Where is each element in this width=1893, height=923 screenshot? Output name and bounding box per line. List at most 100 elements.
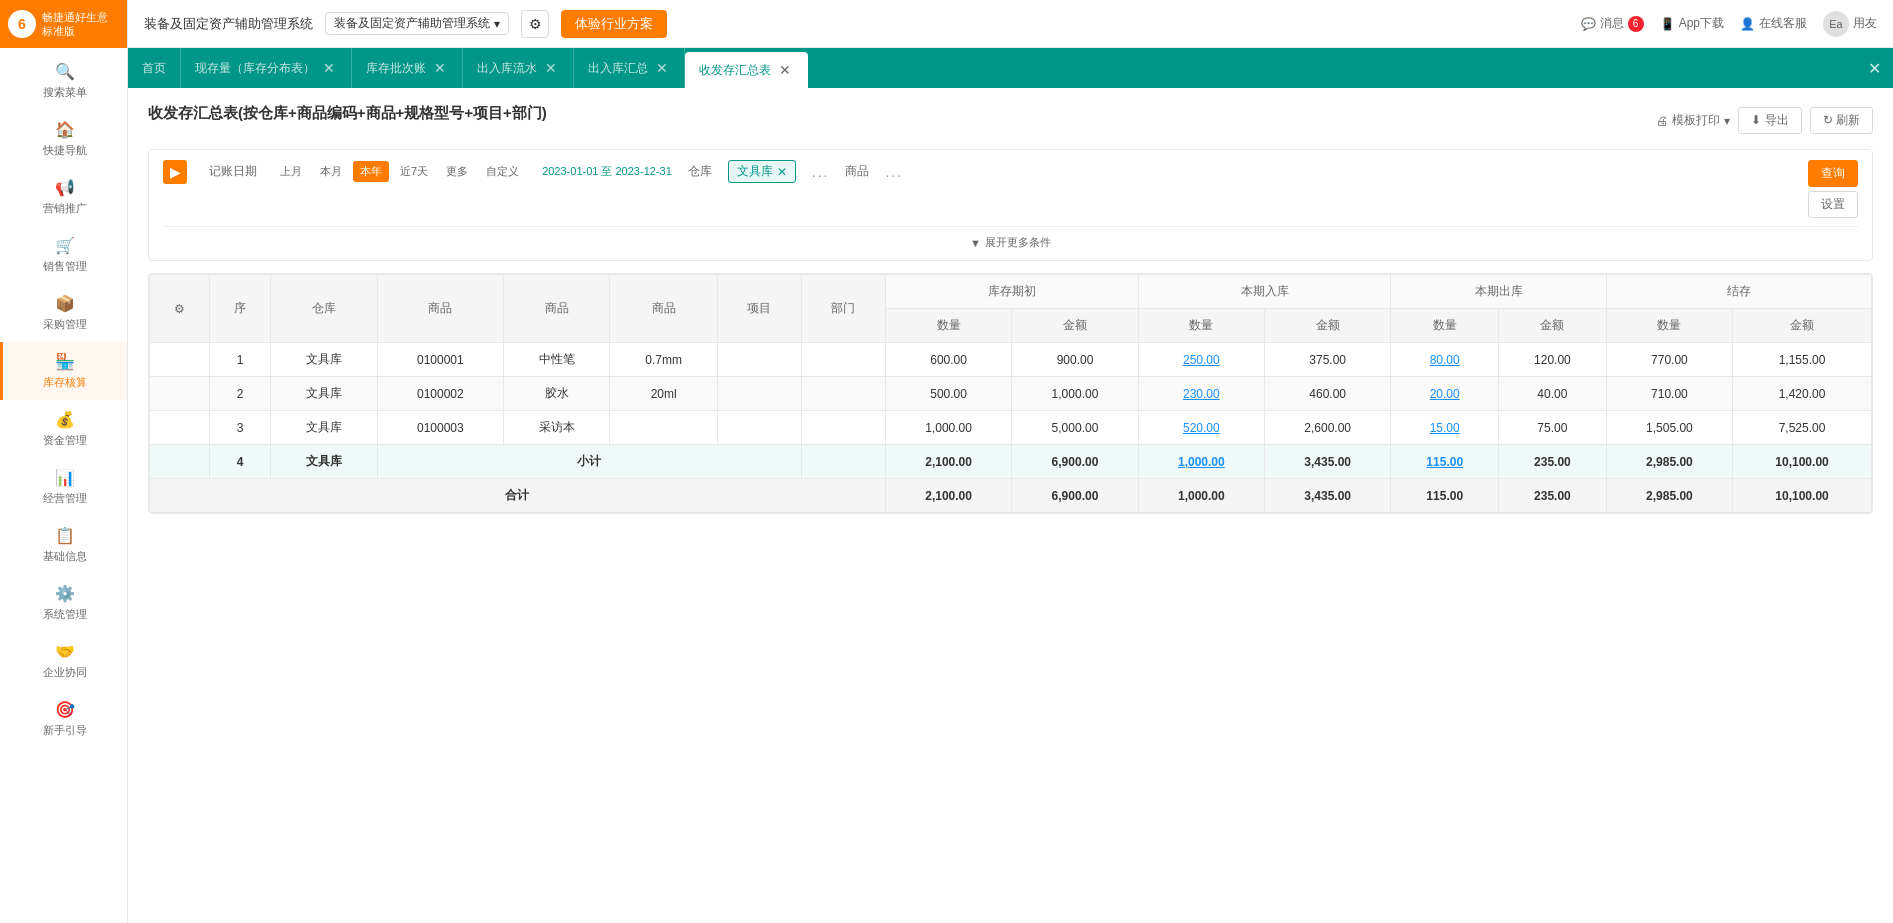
sidebar-item-operations[interactable]: 📊 经营管理 xyxy=(0,458,127,516)
tab-close-button[interactable]: ✕ xyxy=(777,63,793,77)
out-qty-link[interactable]: 15.00 xyxy=(1430,421,1460,435)
notification-label: 消息 xyxy=(1600,15,1624,32)
query-button[interactable]: 查询 xyxy=(1808,160,1858,187)
tab-batch-ledger[interactable]: 库存批次账 ✕ xyxy=(352,48,463,88)
expand-label: 展开更多条件 xyxy=(985,235,1051,250)
footer-out-qty: 115.00 xyxy=(1391,479,1499,513)
tab-close-button[interactable]: ✕ xyxy=(432,61,448,75)
sidebar-item-label: 营销推广 xyxy=(43,201,87,216)
col-closing-qty-header: 数量 xyxy=(1606,309,1732,343)
out-qty-link[interactable]: 20.00 xyxy=(1430,387,1460,401)
sidebar-item-guide[interactable]: 🎯 新手引导 xyxy=(0,690,127,748)
warehouse-tag-close[interactable]: ✕ xyxy=(777,165,787,179)
row-out-qty[interactable]: 80.00 xyxy=(1391,343,1499,377)
sidebar-item-system[interactable]: ⚙️ 系统管理 xyxy=(0,574,127,632)
row-opening-amt: 900.00 xyxy=(1012,343,1138,377)
sidebar-item-search[interactable]: 🔍 搜索菜单 xyxy=(0,52,127,110)
online-service-action[interactable]: 👤 在线客服 xyxy=(1740,15,1807,32)
tab-close-button[interactable]: ✕ xyxy=(654,61,670,75)
inventory-icon: 🏪 xyxy=(55,352,75,371)
row-spacer xyxy=(150,411,210,445)
filter-toggle-button[interactable]: ▶ xyxy=(163,160,187,184)
tab-inout-flow[interactable]: 出入库流水 ✕ xyxy=(463,48,574,88)
footer-in-qty: 1,000.00 xyxy=(1138,479,1264,513)
sidebar-item-label: 新手引导 xyxy=(43,723,87,738)
subtotal-out-qty-link[interactable]: 115.00 xyxy=(1426,455,1463,469)
date-btn-prev-month[interactable]: 上月 xyxy=(273,161,309,182)
date-btn-custom[interactable]: 自定义 xyxy=(479,161,526,182)
subtotal-in-qty-link[interactable]: 1,000.00 xyxy=(1178,455,1225,469)
page-content: 收发存汇总表(按仓库+商品编码+商品+规格型号+项目+部门) 🖨 模板打印 ▾ … xyxy=(128,88,1893,923)
sidebar-item-inventory[interactable]: 🏪 库存核算 xyxy=(0,342,127,400)
expand-conditions-button[interactable]: ▼ 展开更多条件 xyxy=(163,235,1858,250)
col-gear[interactable]: ⚙ xyxy=(150,275,210,343)
in-qty-link[interactable]: 250.00 xyxy=(1183,353,1220,367)
sidebar-item-sales[interactable]: 🛒 销售管理 xyxy=(0,226,127,284)
row-spacer xyxy=(150,377,210,411)
date-shortcuts: 上月 本月 本年 近7天 更多 自定义 xyxy=(273,161,526,182)
notification-action[interactable]: 💬 消息 6 xyxy=(1581,15,1644,32)
warehouse-more[interactable]: ... xyxy=(812,164,830,180)
page-title: 收发存汇总表(按仓库+商品编码+商品+规格型号+项目+部门) xyxy=(148,104,547,123)
row-closing-amt: 7,525.00 xyxy=(1733,411,1872,445)
row-out-qty[interactable]: 15.00 xyxy=(1391,411,1499,445)
template-print-button[interactable]: 🖨 模板打印 ▾ xyxy=(1656,112,1730,129)
sidebar-item-basic-info[interactable]: 📋 基础信息 xyxy=(0,516,127,574)
date-btn-7days[interactable]: 近7天 xyxy=(393,161,435,182)
avatar: Ea xyxy=(1823,11,1849,37)
row-out-qty[interactable]: 20.00 xyxy=(1391,377,1499,411)
tab-close-button[interactable]: ✕ xyxy=(543,61,559,75)
sidebar-item-enterprise[interactable]: 🤝 企业协同 xyxy=(0,632,127,690)
subtotal-in-qty[interactable]: 1,000.00 xyxy=(1138,445,1264,479)
date-btn-more[interactable]: 更多 xyxy=(439,161,475,182)
subtotal-label: 小计 xyxy=(377,445,801,479)
tab-inventory-dist[interactable]: 现存量（库存分布表） ✕ xyxy=(181,48,352,88)
row-goods-name: 采访本 xyxy=(504,411,610,445)
sidebar-item-finance[interactable]: 💰 资金管理 xyxy=(0,400,127,458)
in-qty-link[interactable]: 520.00 xyxy=(1183,421,1220,435)
date-btn-this-month[interactable]: 本月 xyxy=(313,161,349,182)
system-select[interactable]: 装备及固定资产辅助管理系统 ▾ xyxy=(325,12,509,35)
tab-recv-send-summary[interactable]: 收发存汇总表 ✕ xyxy=(685,52,808,88)
chevron-down-icon: ▾ xyxy=(1724,114,1730,128)
refresh-button[interactable]: ↻ 刷新 xyxy=(1810,107,1873,134)
date-btn-this-year[interactable]: 本年 xyxy=(353,161,389,182)
row-in-qty[interactable]: 230.00 xyxy=(1138,377,1264,411)
row-goods-code: 0100002 xyxy=(377,377,503,411)
user-action[interactable]: Ea 用友 xyxy=(1823,11,1877,37)
col-closing-header: 结存 xyxy=(1606,275,1871,309)
settings-button[interactable]: 设置 xyxy=(1808,191,1858,218)
date-range: 2023-01-01 至 2023-12-31 xyxy=(542,164,672,179)
gear-button[interactable]: ⚙ xyxy=(521,10,549,38)
in-qty-link[interactable]: 230.00 xyxy=(1183,387,1220,401)
footer-opening-amt: 6,900.00 xyxy=(1012,479,1138,513)
sidebar-item-purchase[interactable]: 📦 采购管理 xyxy=(0,284,127,342)
export-button[interactable]: ⬇ 导出 xyxy=(1738,107,1801,134)
row-in-qty[interactable]: 520.00 xyxy=(1138,411,1264,445)
row-in-qty[interactable]: 250.00 xyxy=(1138,343,1264,377)
subtotal-out-qty[interactable]: 115.00 xyxy=(1391,445,1499,479)
footer-out-amt: 235.00 xyxy=(1499,479,1607,513)
row-no: 3 xyxy=(209,411,271,445)
sidebar-item-quick-nav[interactable]: 🏠 快捷导航 xyxy=(0,110,127,168)
table-row: 3 文具库 0100003 采访本 1,000.00 5,000.00 520.… xyxy=(150,411,1872,445)
goods-more[interactable]: ... xyxy=(885,164,903,180)
tab-bar-close-button[interactable]: ✕ xyxy=(1856,59,1893,78)
row-warehouse: 文具库 xyxy=(271,377,377,411)
tab-inout-summary[interactable]: 出入库汇总 ✕ xyxy=(574,48,685,88)
try-button[interactable]: 体验行业方案 xyxy=(561,10,667,38)
sidebar-item-label: 系统管理 xyxy=(43,607,87,622)
row-closing-amt: 1,420.00 xyxy=(1733,377,1872,411)
data-table: ⚙ 序 仓库 商品 商品 商品 项目 部门 库存期初 本期入库 本期出库 xyxy=(149,274,1872,513)
tab-home[interactable]: 首页 xyxy=(128,48,181,88)
tab-close-button[interactable]: ✕ xyxy=(321,61,337,75)
sidebar-item-marketing[interactable]: 📢 营销推广 xyxy=(0,168,127,226)
table-gear-icon: ⚙ xyxy=(174,302,185,316)
service-icon: 👤 xyxy=(1740,17,1755,31)
chevron-down-icon: ▾ xyxy=(494,17,500,31)
out-qty-link[interactable]: 80.00 xyxy=(1430,353,1460,367)
settings-icon: ⚙ xyxy=(529,16,542,32)
app-download-action[interactable]: 📱 App下载 xyxy=(1660,15,1724,32)
col-no-header: 序 xyxy=(209,275,271,343)
tab-label: 出入库流水 xyxy=(477,60,537,77)
